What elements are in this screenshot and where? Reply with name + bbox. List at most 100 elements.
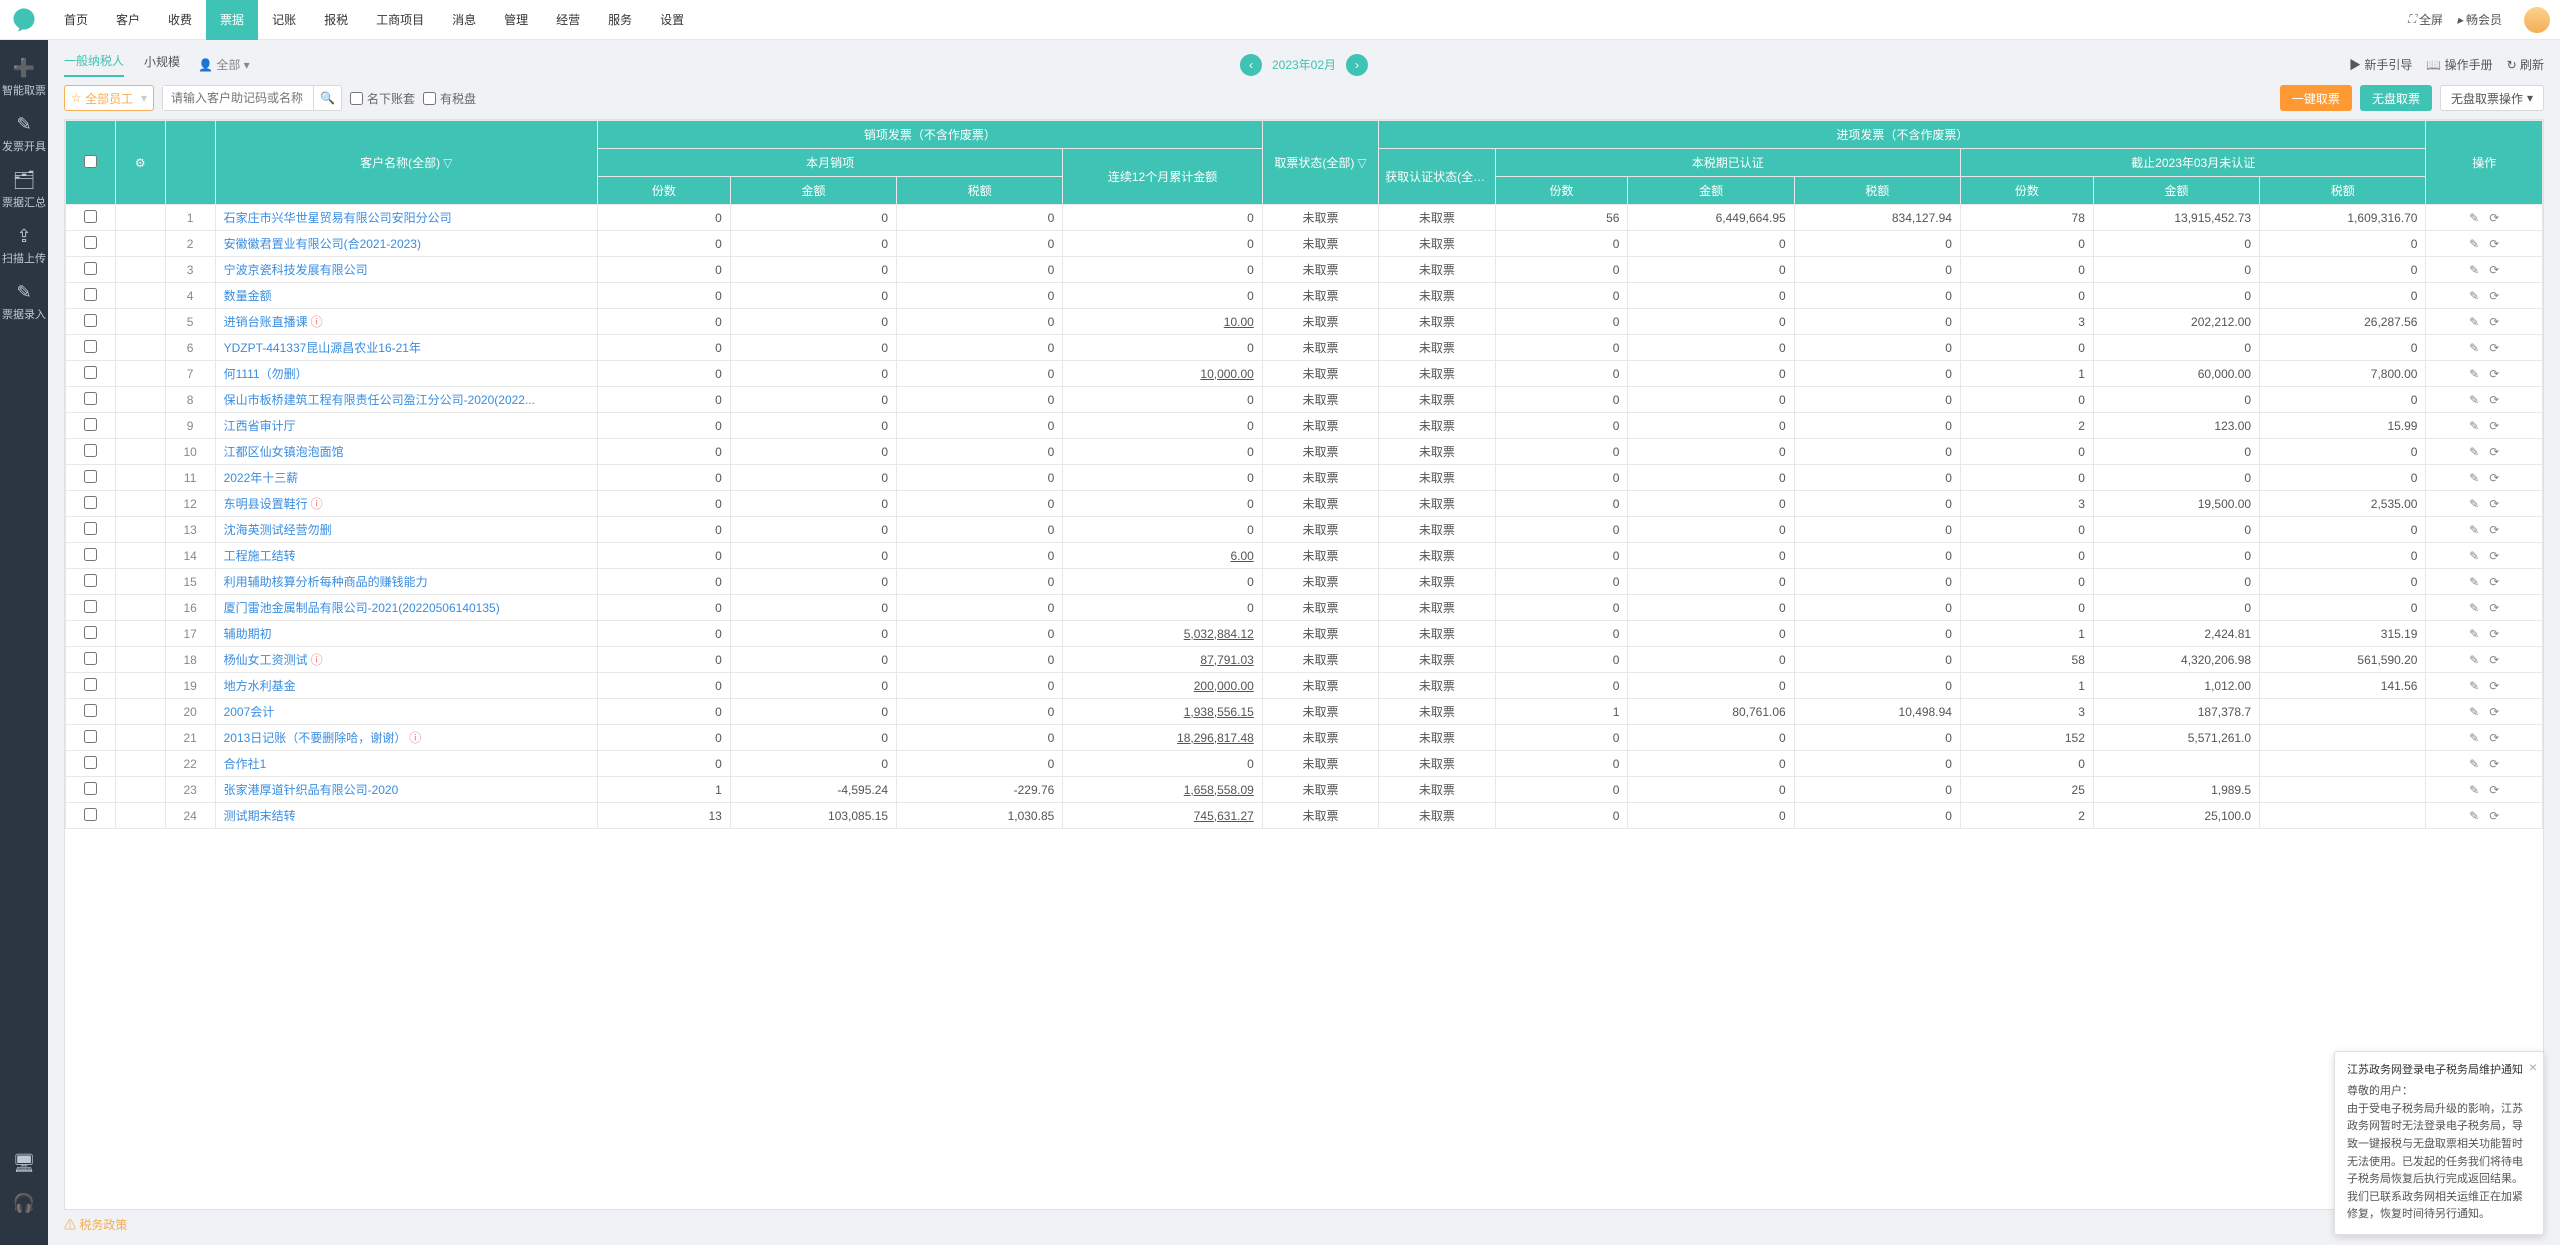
topnav-item-8[interactable]: 管理 bbox=[490, 0, 542, 40]
edit-icon[interactable]: ✎ bbox=[2469, 783, 2479, 797]
th-qp-status[interactable]: 取票状态(全部)▽ bbox=[1262, 121, 1378, 205]
customer-name[interactable]: 江都区仙女镇泡泡面馆 bbox=[215, 439, 597, 465]
customer-name[interactable]: 江西省审计厅 bbox=[215, 413, 597, 439]
edit-icon[interactable]: ✎ bbox=[2469, 523, 2479, 537]
row-checkbox[interactable] bbox=[66, 439, 116, 465]
user-avatar[interactable] bbox=[2524, 7, 2550, 33]
cell-sum12[interactable]: 0 bbox=[1063, 595, 1263, 621]
edit-icon[interactable]: ✎ bbox=[2469, 211, 2479, 225]
edit-icon[interactable]: ✎ bbox=[2469, 809, 2479, 823]
row-checkbox[interactable] bbox=[66, 621, 116, 647]
refresh-icon[interactable]: ⟳ bbox=[2489, 679, 2499, 693]
edit-icon[interactable]: ✎ bbox=[2469, 601, 2479, 615]
topnav-item-0[interactable]: 首页 bbox=[50, 0, 102, 40]
refresh-icon[interactable]: ⟳ bbox=[2489, 471, 2499, 485]
row-checkbox[interactable] bbox=[66, 569, 116, 595]
refresh-icon[interactable]: ⟳ bbox=[2489, 419, 2499, 433]
customer-name[interactable]: YDZPT-441337昆山源昌农业16-21年 bbox=[215, 335, 597, 361]
row-checkbox[interactable] bbox=[66, 309, 116, 335]
edit-icon[interactable]: ✎ bbox=[2469, 705, 2479, 719]
refresh-icon[interactable]: ⟳ bbox=[2489, 757, 2499, 771]
scope-selector[interactable]: 👤 全部 ▾ bbox=[198, 56, 250, 73]
row-checkbox[interactable] bbox=[66, 647, 116, 673]
search-input[interactable] bbox=[163, 86, 313, 110]
edit-icon[interactable]: ✎ bbox=[2469, 471, 2479, 485]
customer-name[interactable]: 2007会计 bbox=[215, 699, 597, 725]
cell-sum12[interactable]: 18,296,817.48 bbox=[1063, 725, 1263, 751]
row-checkbox[interactable] bbox=[66, 491, 116, 517]
topnav-item-11[interactable]: 设置 bbox=[646, 0, 698, 40]
sidebar-headset-icon[interactable]: 🎧 bbox=[13, 1185, 36, 1225]
th-gear[interactable]: ⚙ bbox=[115, 121, 165, 205]
customer-name[interactable]: 合作社1 bbox=[215, 751, 597, 777]
toast-close[interactable]: × bbox=[2529, 1056, 2537, 1078]
customer-name[interactable]: 工程施工结转 bbox=[215, 543, 597, 569]
row-checkbox[interactable] bbox=[66, 725, 116, 751]
customer-name[interactable]: 2022年十三薪 bbox=[215, 465, 597, 491]
customer-name[interactable]: 宁波京瓷科技发展有限公司 bbox=[215, 257, 597, 283]
topnav-item-5[interactable]: 报税 bbox=[310, 0, 362, 40]
refresh-icon[interactable]: ⟳ bbox=[2489, 627, 2499, 641]
cell-sum12[interactable]: 200,000.00 bbox=[1063, 673, 1263, 699]
row-checkbox[interactable] bbox=[66, 751, 116, 777]
row-checkbox[interactable] bbox=[66, 231, 116, 257]
cell-sum12[interactable]: 0 bbox=[1063, 283, 1263, 309]
edit-icon[interactable]: ✎ bbox=[2469, 341, 2479, 355]
refresh-icon[interactable]: ⟳ bbox=[2489, 601, 2499, 615]
refresh-icon[interactable]: ⟳ bbox=[2489, 575, 2499, 589]
refresh-icon[interactable]: ⟳ bbox=[2489, 211, 2499, 225]
cell-sum12[interactable]: 87,791.03 bbox=[1063, 647, 1263, 673]
customer-name[interactable]: 张家港厚道针织品有限公司-2020 bbox=[215, 777, 597, 803]
checkbox-mxxt[interactable]: 名下账套 bbox=[350, 90, 415, 107]
row-checkbox[interactable] bbox=[66, 699, 116, 725]
topnav-item-2[interactable]: 收费 bbox=[154, 0, 206, 40]
cell-sum12[interactable]: 0 bbox=[1063, 413, 1263, 439]
refresh-icon[interactable]: ⟳ bbox=[2489, 809, 2499, 823]
edit-icon[interactable]: ✎ bbox=[2469, 679, 2479, 693]
customer-name[interactable]: 保山市板桥建筑工程有限责任公司盈江分公司-2020(2022... bbox=[215, 387, 597, 413]
refresh-icon[interactable]: ⟳ bbox=[2489, 705, 2499, 719]
employee-select[interactable]: ☆ 全部员工▾ bbox=[64, 85, 154, 111]
refresh-icon[interactable]: ⟳ bbox=[2489, 549, 2499, 563]
edit-icon[interactable]: ✎ bbox=[2469, 627, 2479, 641]
customer-name[interactable]: 2013日记账（不要删除哈，谢谢）ⓘ bbox=[215, 725, 597, 751]
topnav-item-3[interactable]: 票据 bbox=[206, 0, 258, 40]
fullscreen-button[interactable]: ⛶全屏 bbox=[2408, 11, 2443, 28]
tab-link-2[interactable]: ↻ 刷新 bbox=[2507, 56, 2544, 73]
row-checkbox[interactable] bbox=[66, 413, 116, 439]
customer-name[interactable]: 东明县设置鞋行ⓘ bbox=[215, 491, 597, 517]
edit-icon[interactable]: ✎ bbox=[2469, 575, 2479, 589]
edit-icon[interactable]: ✎ bbox=[2469, 315, 2479, 329]
period-prev[interactable]: ‹ bbox=[1240, 54, 1262, 76]
th-customer-name[interactable]: 客户名称(全部)▽ bbox=[215, 121, 597, 205]
customer-name[interactable]: 辅助期初 bbox=[215, 621, 597, 647]
cell-sum12[interactable]: 0 bbox=[1063, 491, 1263, 517]
refresh-icon[interactable]: ⟳ bbox=[2489, 237, 2499, 251]
taxpayer-tab-1[interactable]: 小规模 bbox=[144, 53, 180, 76]
btn-wupan-qupiao-ops[interactable]: 无盘取票操作 ▾ bbox=[2440, 85, 2544, 111]
cell-sum12[interactable]: 6.00 bbox=[1063, 543, 1263, 569]
cell-sum12[interactable]: 0 bbox=[1063, 387, 1263, 413]
footer-tax-policy[interactable]: ⚠ 税务政策 bbox=[64, 1210, 2544, 1233]
sidebar-monitor-icon[interactable]: 🖥 bbox=[13, 1145, 36, 1185]
cell-sum12[interactable]: 0 bbox=[1063, 335, 1263, 361]
cell-sum12[interactable]: 5,032,884.12 bbox=[1063, 621, 1263, 647]
edit-icon[interactable]: ✎ bbox=[2469, 757, 2479, 771]
cell-sum12[interactable]: 10,000.00 bbox=[1063, 361, 1263, 387]
vip-button[interactable]: ▸畅会员 bbox=[2457, 11, 2502, 28]
row-checkbox[interactable] bbox=[66, 361, 116, 387]
refresh-icon[interactable]: ⟳ bbox=[2489, 445, 2499, 459]
refresh-icon[interactable]: ⟳ bbox=[2489, 367, 2499, 381]
row-checkbox[interactable] bbox=[66, 205, 116, 231]
customer-name[interactable]: 石家庄市兴华世星贸易有限公司安阳分公司 bbox=[215, 205, 597, 231]
topnav-item-4[interactable]: 记账 bbox=[258, 0, 310, 40]
edit-icon[interactable]: ✎ bbox=[2469, 653, 2479, 667]
cell-sum12[interactable]: 745,631.27 bbox=[1063, 803, 1263, 829]
cell-sum12[interactable]: 0 bbox=[1063, 569, 1263, 595]
leftnav-item[interactable]: ⇪扫描上传 bbox=[0, 218, 48, 274]
row-checkbox[interactable] bbox=[66, 777, 116, 803]
topnav-item-10[interactable]: 服务 bbox=[594, 0, 646, 40]
cell-sum12[interactable]: 0 bbox=[1063, 231, 1263, 257]
row-checkbox[interactable] bbox=[66, 465, 116, 491]
row-checkbox[interactable] bbox=[66, 257, 116, 283]
